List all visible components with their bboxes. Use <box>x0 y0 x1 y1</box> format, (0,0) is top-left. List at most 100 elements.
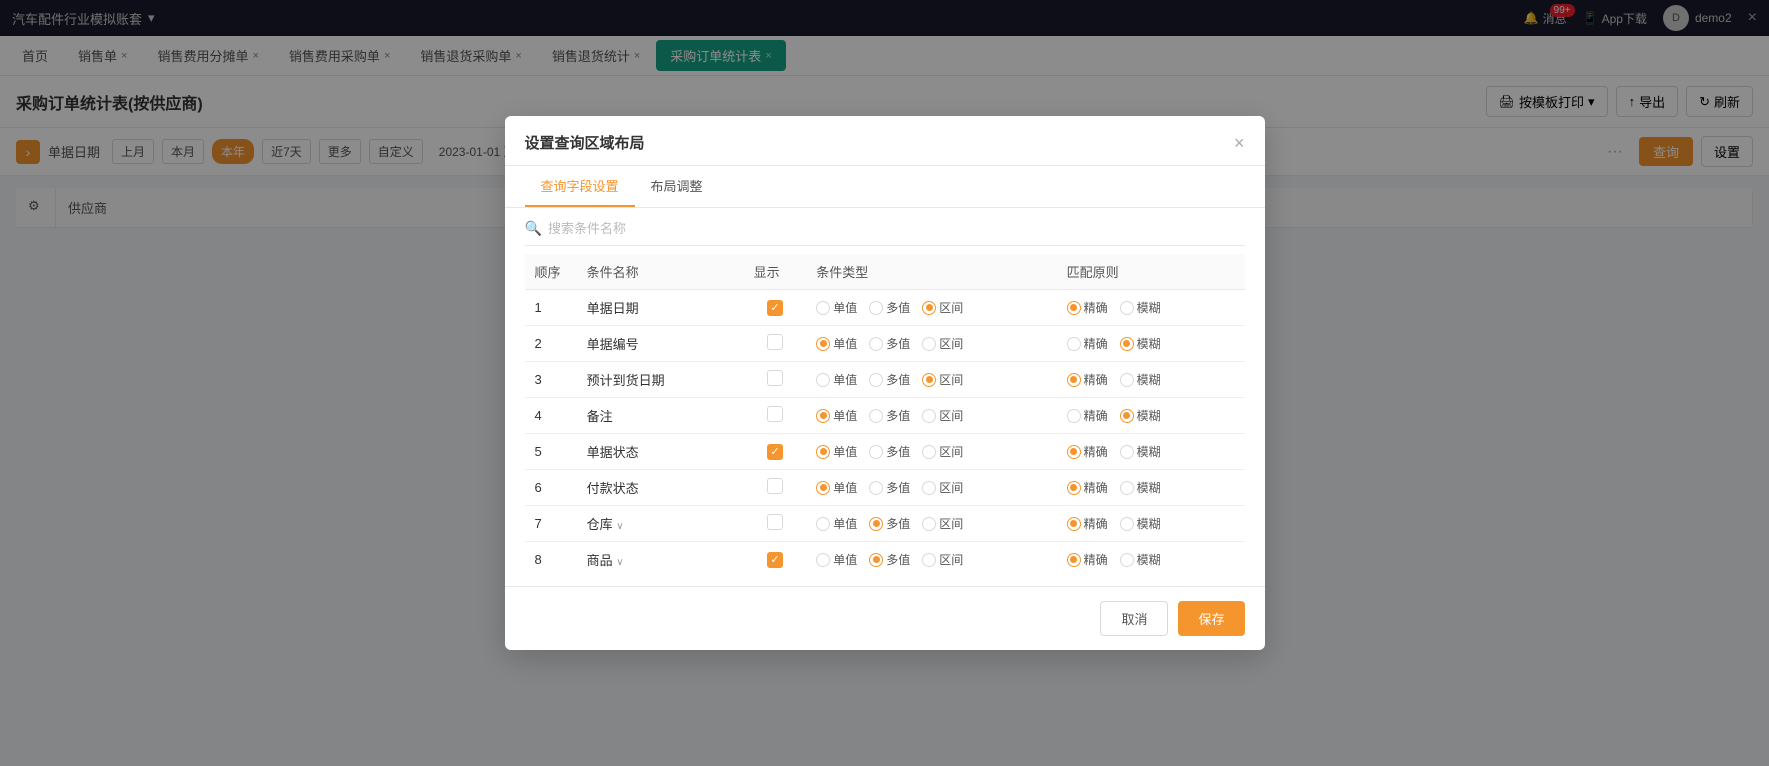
radio-match-精确-3[interactable]: 精确 <box>1067 407 1108 424</box>
radio-match-精确-4[interactable]: 精确 <box>1067 443 1108 460</box>
radio-match-模糊-6[interactable]: 模糊 <box>1120 515 1161 532</box>
row-name-1: 单据编号 <box>577 326 744 362</box>
radio-type-区间-4[interactable]: 区间 <box>922 443 963 460</box>
radio-match-精确-7[interactable]: 精确 <box>1067 551 1108 568</box>
radio-match-模糊-1[interactable]: 模糊 <box>1120 335 1161 352</box>
row-show-6[interactable] <box>744 506 807 542</box>
radio-type-单值-2[interactable]: 单值 <box>816 371 857 388</box>
radio-label: 区间 <box>939 335 963 352</box>
checkbox-unchecked[interactable] <box>767 370 783 386</box>
checkbox-checked[interactable] <box>767 444 783 460</box>
save-button[interactable]: 保存 <box>1178 601 1244 636</box>
radio-match-模糊-0[interactable]: 模糊 <box>1120 299 1161 316</box>
radio-type-单值-5[interactable]: 单值 <box>816 479 857 496</box>
radio-type-单值-4[interactable]: 单值 <box>816 443 857 460</box>
radio-label: 单值 <box>833 407 857 424</box>
radio-match-模糊-5[interactable]: 模糊 <box>1120 479 1161 496</box>
radio-type-多值-6[interactable]: 多值 <box>869 515 910 532</box>
dialog-title: 设置查询区域布局 <box>525 132 645 153</box>
checkbox-unchecked[interactable] <box>767 514 783 530</box>
radio-type-区间-6[interactable]: 区间 <box>922 515 963 532</box>
radio-dot <box>1067 301 1081 315</box>
radio-type-单值-0[interactable]: 单值 <box>816 299 857 316</box>
radio-match-模糊-4[interactable]: 模糊 <box>1120 443 1161 460</box>
checkbox-unchecked[interactable] <box>767 334 783 350</box>
row-order-6: 7 <box>525 506 577 542</box>
radio-label: 单值 <box>833 299 857 316</box>
radio-label: 多值 <box>886 371 910 388</box>
dialog-tab-fields-label: 查询字段设置 <box>541 179 619 194</box>
radio-type-区间-7[interactable]: 区间 <box>922 551 963 568</box>
dialog-close-button[interactable]: × <box>1234 134 1245 152</box>
row-order-0: 1 <box>525 290 577 326</box>
row-show-5[interactable] <box>744 470 807 506</box>
th-type: 条件类型 <box>806 254 1056 290</box>
radio-type-单值-7[interactable]: 单值 <box>816 551 857 568</box>
row-type-5: 单值 多值 区间 <box>806 470 1056 506</box>
radio-type-区间-3[interactable]: 区间 <box>922 407 963 424</box>
radio-label: 模糊 <box>1137 371 1161 388</box>
row-show-4[interactable] <box>744 434 807 470</box>
radio-match-精确-0[interactable]: 精确 <box>1067 299 1108 316</box>
radio-dot <box>869 553 883 567</box>
th-show: 显示 <box>744 254 807 290</box>
search-row: 🔍 <box>525 220 1245 246</box>
radio-match-精确-5[interactable]: 精确 <box>1067 479 1108 496</box>
radio-dot <box>869 373 883 387</box>
table-row: 4备注 单值 多值 区间 精确 模糊 <box>525 398 1245 434</box>
radio-dot <box>869 337 883 351</box>
radio-match-精确-2[interactable]: 精确 <box>1067 371 1108 388</box>
row-match-4: 精确 模糊 <box>1057 434 1245 470</box>
radio-label: 多值 <box>886 551 910 568</box>
radio-type-多值-1[interactable]: 多值 <box>869 335 910 352</box>
condition-search-input[interactable] <box>548 221 748 236</box>
radio-type-单值-6[interactable]: 单值 <box>816 515 857 532</box>
radio-type-多值-4[interactable]: 多值 <box>869 443 910 460</box>
radio-match-模糊-2[interactable]: 模糊 <box>1120 371 1161 388</box>
radio-type-多值-5[interactable]: 多值 <box>869 479 910 496</box>
radio-dot <box>1067 373 1081 387</box>
row-show-2[interactable] <box>744 362 807 398</box>
radio-label: 模糊 <box>1137 443 1161 460</box>
table-row: 5单据状态 单值 多值 区间 精确 模糊 <box>525 434 1245 470</box>
th-order: 顺序 <box>525 254 577 290</box>
radio-label: 单值 <box>833 551 857 568</box>
radio-label: 单值 <box>833 479 857 496</box>
radio-type-区间-0[interactable]: 区间 <box>922 299 963 316</box>
checkbox-unchecked[interactable] <box>767 478 783 494</box>
radio-type-区间-1[interactable]: 区间 <box>922 335 963 352</box>
dialog-tab-fields[interactable]: 查询字段设置 <box>525 166 635 207</box>
radio-label: 区间 <box>939 551 963 568</box>
cancel-button[interactable]: 取消 <box>1100 601 1168 636</box>
row-show-1[interactable] <box>744 326 807 362</box>
radio-dot <box>1120 301 1134 315</box>
radio-dot <box>1067 409 1081 423</box>
checkbox-checked[interactable] <box>767 552 783 568</box>
radio-label: 单值 <box>833 371 857 388</box>
row-show-7[interactable] <box>744 542 807 575</box>
radio-label: 模糊 <box>1137 407 1161 424</box>
checkbox-checked[interactable] <box>767 300 783 316</box>
dialog-tab-layout[interactable]: 布局调整 <box>635 166 719 207</box>
row-show-3[interactable] <box>744 398 807 434</box>
radio-type-单值-3[interactable]: 单值 <box>816 407 857 424</box>
row-match-5: 精确 模糊 <box>1057 470 1245 506</box>
dialog-header: 设置查询区域布局 × <box>505 116 1265 166</box>
radio-type-区间-5[interactable]: 区间 <box>922 479 963 496</box>
checkbox-unchecked[interactable] <box>767 406 783 422</box>
radio-type-多值-7[interactable]: 多值 <box>869 551 910 568</box>
row-type-1: 单值 多值 区间 <box>806 326 1056 362</box>
radio-type-单值-1[interactable]: 单值 <box>816 335 857 352</box>
row-show-0[interactable] <box>744 290 807 326</box>
radio-match-精确-1[interactable]: 精确 <box>1067 335 1108 352</box>
radio-type-多值-3[interactable]: 多值 <box>869 407 910 424</box>
radio-type-区间-2[interactable]: 区间 <box>922 371 963 388</box>
table-row: 7仓库 ∨ 单值 多值 区间 精确 模糊 <box>525 506 1245 542</box>
radio-type-多值-2[interactable]: 多值 <box>869 371 910 388</box>
radio-dot <box>1120 337 1134 351</box>
radio-match-模糊-7[interactable]: 模糊 <box>1120 551 1161 568</box>
radio-dot <box>922 481 936 495</box>
radio-match-模糊-3[interactable]: 模糊 <box>1120 407 1161 424</box>
radio-type-多值-0[interactable]: 多值 <box>869 299 910 316</box>
radio-match-精确-6[interactable]: 精确 <box>1067 515 1108 532</box>
